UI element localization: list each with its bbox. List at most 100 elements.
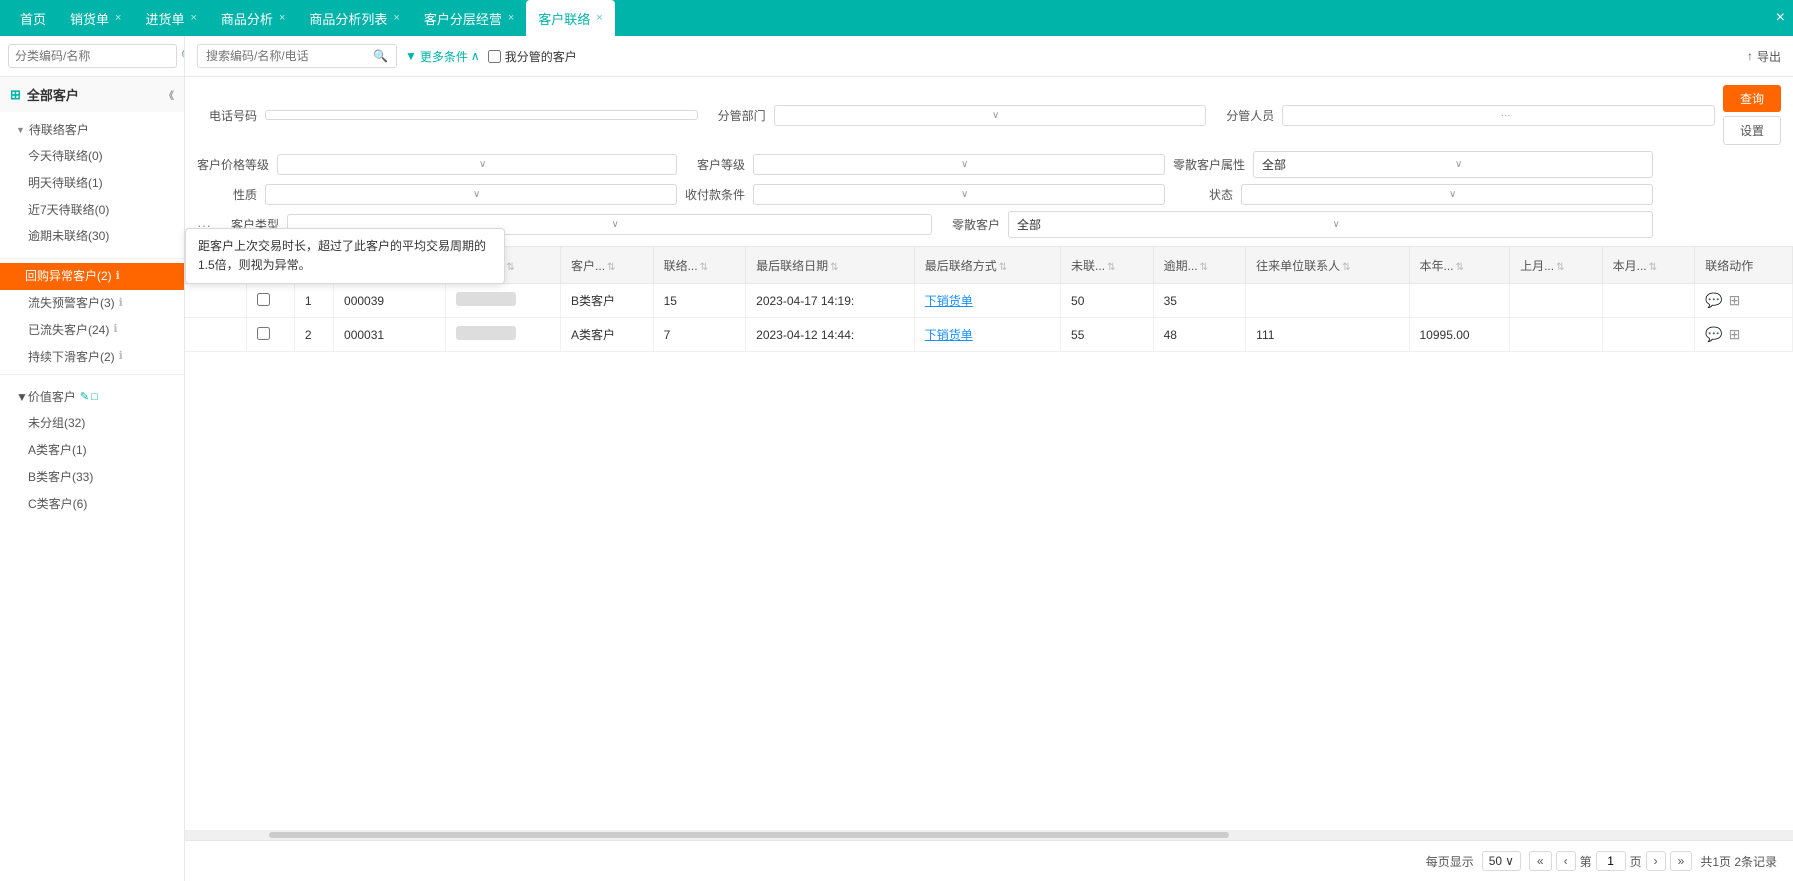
sidebar-7days-pending[interactable]: 近7天待联络(0)	[0, 197, 184, 224]
th-unit-contact[interactable]: 往来单位联系人⇅	[1246, 247, 1409, 284]
payment-arrow: ∨	[961, 189, 1156, 200]
tooltip-box: 距客户上次交易时长，超过了此客户的平均交易周期的1.5倍，则视为异常。	[185, 228, 505, 284]
price-grade-field[interactable]: ∨	[277, 154, 677, 175]
more-filters-button[interactable]: ▼ 更多条件 ∧	[405, 48, 480, 65]
last-method-link-2[interactable]: 下销货单	[925, 328, 973, 342]
td-checkbox-2[interactable]	[246, 318, 294, 352]
th-last-contact-date[interactable]: 最后联络日期⇅	[746, 247, 915, 284]
sidebar-search-input[interactable]	[8, 44, 177, 68]
th-not-contact[interactable]: 未联...⇅	[1061, 247, 1154, 284]
nav-purchase[interactable]: 进货单 ×	[133, 0, 208, 36]
nav-sales[interactable]: 销货单 ×	[58, 0, 133, 36]
sidebar-b-class[interactable]: B类客户(33)	[0, 464, 184, 491]
next-page-button[interactable]: ›	[1646, 851, 1666, 871]
dept-field[interactable]: ∨	[774, 105, 1207, 126]
first-page-button[interactable]: «	[1529, 851, 1552, 871]
status-field[interactable]: ∨	[1241, 184, 1653, 205]
prev-page-button[interactable]: ‹	[1556, 851, 1576, 871]
close-all-tabs-button[interactable]: ×	[1776, 9, 1785, 27]
my-customers-checkbox[interactable]: 我分管的客户	[488, 48, 577, 65]
query-button[interactable]: 查询	[1723, 85, 1781, 112]
filter-section-retail-attr: 零散客户属性 全部 ∨	[1173, 151, 1653, 178]
td-overdue-2: 48	[1153, 318, 1246, 352]
td-settings-2	[185, 318, 246, 352]
sidebar-a-class[interactable]: A类客户(1)	[0, 437, 184, 464]
gender-field[interactable]: ∨	[265, 184, 677, 205]
th-last-month[interactable]: 上月...⇅	[1510, 247, 1603, 284]
main-layout: 🔍 ⊞ 全部客户 《 ▼ 待联络客户 今天待联络(0) 明天待联络(1) 近7天…	[0, 36, 1793, 881]
horizontal-scrollbar[interactable]	[185, 830, 1793, 840]
retail-customer-field[interactable]: 全部 ∨	[1008, 211, 1653, 238]
close-customer-segment-icon[interactable]: ×	[508, 12, 514, 24]
td-checkbox-1[interactable]	[246, 284, 294, 318]
nav-product-list[interactable]: 商品分析列表 ×	[297, 0, 411, 36]
retail-attr-field[interactable]: 全部 ∨	[1253, 151, 1653, 178]
td-method-1[interactable]: 下销货单	[914, 284, 1060, 318]
th-this-month[interactable]: 本月...⇅	[1602, 247, 1695, 284]
th-this-year[interactable]: 本年...⇅	[1409, 247, 1510, 284]
th-last-contact-method[interactable]: 最后联络方式⇅	[914, 247, 1060, 284]
td-type-1: B类客户	[561, 284, 654, 318]
sort-year-icon: ⇅	[1456, 262, 1464, 273]
nav-home[interactable]: 首页	[8, 0, 58, 36]
gender-arrow: ∨	[473, 189, 668, 200]
sidebar-c-class[interactable]: C类客户(6)	[0, 491, 184, 518]
th-overdue[interactable]: 逾期...⇅	[1153, 247, 1246, 284]
last-page-button[interactable]: »	[1670, 851, 1693, 871]
sidebar-ungrouped[interactable]: 未分组(32)	[0, 410, 184, 437]
chat-icon-2[interactable]: 💬	[1705, 326, 1722, 343]
sidebar-tomorrow-pending[interactable]: 明天待联络(1)	[0, 170, 184, 197]
page-size-label: 每页显示	[1426, 853, 1474, 870]
page-size-select[interactable]: 50 ∨	[1482, 851, 1521, 871]
close-product-analysis-icon[interactable]: ×	[279, 12, 285, 24]
sidebar-repurchase-anomaly[interactable]: 回购异常客户(2) ℹ	[0, 263, 184, 290]
close-sales-icon[interactable]: ×	[115, 12, 121, 24]
add-value-icon[interactable]: □	[91, 391, 98, 403]
filter-section-gender: 性质 ∨	[197, 184, 677, 205]
filter-row-1: 电话号码 分管部门 ∨ 分管人员 ···	[197, 85, 1781, 145]
content-area: 🔍 ▼ 更多条件 ∧ 我分管的客户 ↑ 导出 电话号码	[185, 36, 1793, 881]
payment-field[interactable]: ∨	[753, 184, 1165, 205]
sidebar-today-pending[interactable]: 今天待联络(0)	[0, 143, 184, 170]
qr-icon-2[interactable]: ⊞	[1729, 326, 1741, 343]
sidebar-overdue-pending[interactable]: 逾期未联络(30)	[0, 223, 184, 250]
customer-search-input[interactable]	[206, 49, 369, 63]
last-method-link-1[interactable]: 下销货单	[925, 294, 973, 308]
td-contacts-2: 7	[653, 318, 746, 352]
current-page-input[interactable]	[1596, 851, 1626, 871]
chat-icon-1[interactable]: 💬	[1705, 292, 1722, 309]
phone-field[interactable]	[265, 110, 698, 120]
export-button[interactable]: ↑ 导出	[1747, 48, 1781, 65]
nav-customer-segment[interactable]: 客户分层经营 ×	[412, 0, 526, 36]
edit-value-icon[interactable]: ✎	[80, 390, 89, 403]
payment-label: 收付款条件	[685, 186, 745, 203]
sidebar-value-header[interactable]: ▼ 价值客户 ✎ □	[0, 383, 184, 410]
setting-button[interactable]: 设置	[1723, 116, 1781, 145]
nav-customer-contact[interactable]: 客户联络 ×	[526, 0, 614, 36]
close-customer-contact-icon[interactable]: ×	[596, 12, 602, 24]
sidebar-loss-warning[interactable]: 流失预警客户(3) ℹ	[0, 290, 184, 317]
grade-field[interactable]: ∨	[753, 154, 1165, 175]
sidebar-all-customers[interactable]: ⊞ 全部客户 《	[0, 77, 184, 112]
sidebar-declining-customers[interactable]: 持续下滑客户(2) ℹ	[0, 344, 184, 371]
sidebar-lost-customers[interactable]: 已流失客户(24) ℹ	[0, 317, 184, 344]
nav-product-analysis[interactable]: 商品分析 ×	[209, 0, 297, 36]
scrollbar-thumb[interactable]	[269, 832, 1229, 838]
sidebar-pending-title[interactable]: ▼ 待联络客户	[0, 116, 184, 143]
qr-icon-1[interactable]: ⊞	[1729, 292, 1741, 309]
person-field[interactable]: ···	[1282, 105, 1715, 126]
filter-search-box[interactable]: 🔍	[197, 44, 397, 68]
td-method-2[interactable]: 下销货单	[914, 318, 1060, 352]
row1-checkbox[interactable]	[257, 293, 270, 306]
sidebar-divider2	[0, 374, 184, 375]
info-icon-loss: ℹ	[119, 296, 123, 311]
sidebar-search-area: 🔍	[0, 36, 184, 77]
close-purchase-icon[interactable]: ×	[190, 12, 196, 24]
th-contacts[interactable]: 联络...⇅	[653, 247, 746, 284]
filter-search-icon[interactable]: 🔍	[373, 49, 388, 63]
row2-checkbox[interactable]	[257, 327, 270, 340]
my-customers-input[interactable]	[488, 50, 501, 63]
th-customer-type[interactable]: 客户...⇅	[561, 247, 654, 284]
td-year-2: 10995.00	[1409, 318, 1510, 352]
close-product-list-icon[interactable]: ×	[393, 12, 399, 24]
